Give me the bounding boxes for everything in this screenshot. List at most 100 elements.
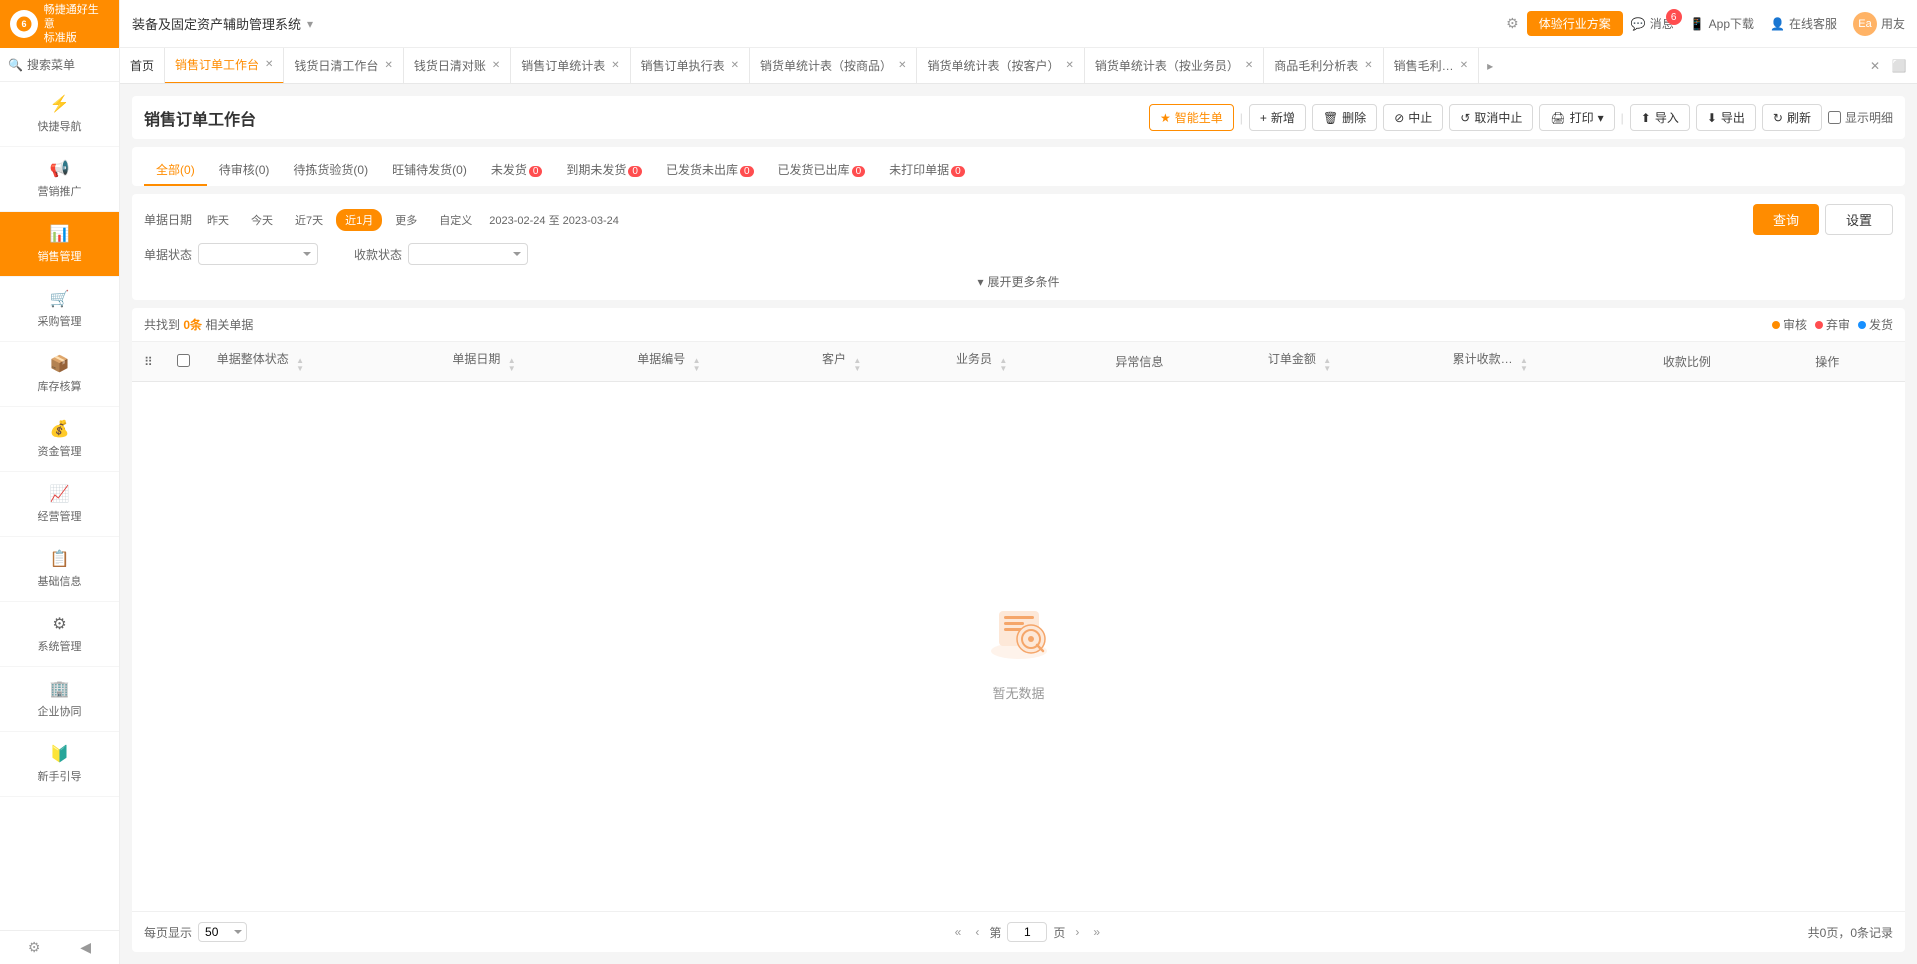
prev-page-btn[interactable]: ‹ bbox=[971, 923, 983, 941]
tab-close-sales-stat[interactable]: ✕ bbox=[611, 60, 619, 71]
tab-sales-increase[interactable]: 销售毛利… ✕ bbox=[1384, 48, 1479, 84]
tab-close-sales-stat-staff[interactable]: ✕ bbox=[1245, 60, 1253, 71]
tab-close-sales-exec[interactable]: ✕ bbox=[731, 60, 739, 71]
page-input[interactable] bbox=[1007, 922, 1047, 942]
sidebar-item-purchase[interactable]: 🛒 采购管理 bbox=[0, 277, 119, 342]
date-btn-yesterday[interactable]: 昨天 bbox=[198, 209, 238, 231]
app-download-btn[interactable]: 📱 App下载 bbox=[1690, 15, 1754, 32]
tab-close-sales-stat-product[interactable]: ✕ bbox=[898, 60, 906, 71]
first-page-btn[interactable]: « bbox=[951, 923, 966, 941]
sidebar-item-operation[interactable]: 📈 经营管理 bbox=[0, 472, 119, 537]
unreviewed-action-btn[interactable]: 弃审 bbox=[1815, 316, 1850, 333]
col-amount[interactable]: 订单金额 ▲▼ bbox=[1256, 342, 1441, 382]
filter-tab-wangpu[interactable]: 旺铺待发货(0) bbox=[380, 155, 479, 186]
page-header: 销售订单工作台 ★ 智能生单 | + 新增 🗑 删除 ⊘ 中止 bbox=[132, 96, 1905, 139]
export-btn[interactable]: ⬇ 导出 bbox=[1696, 104, 1756, 131]
smart-create-btn[interactable]: ★ 智能生单 bbox=[1149, 104, 1234, 131]
tab-sales-stat[interactable]: 销售订单统计表 ✕ bbox=[511, 48, 630, 84]
tab-cash-reconcile[interactable]: 钱货日清对账 ✕ bbox=[404, 48, 511, 84]
expired-badge: 0 bbox=[628, 166, 642, 177]
print-btn[interactable]: 🖨 打印 ▾ bbox=[1539, 104, 1614, 131]
svg-text:6: 6 bbox=[21, 19, 26, 29]
set-btn[interactable]: 设置 bbox=[1825, 204, 1893, 235]
filter-tab-shipped-stocked[interactable]: 已发货已出库0 bbox=[766, 155, 878, 186]
col-no[interactable]: 单据编号 ▲▼ bbox=[625, 342, 810, 382]
import-btn[interactable]: ⬆ 导入 bbox=[1630, 104, 1690, 131]
date-btn-custom[interactable]: 自定义 bbox=[430, 209, 481, 231]
tab-home[interactable]: 首页 bbox=[120, 48, 165, 84]
date-btn-more[interactable]: 更多 bbox=[386, 209, 426, 231]
sidebar-item-basic-info[interactable]: 📋 基础信息 bbox=[0, 537, 119, 602]
stop-btn[interactable]: ⊘ 中止 bbox=[1383, 104, 1443, 131]
tab-close-cash-daily[interactable]: ✕ bbox=[384, 60, 392, 71]
message-btn[interactable]: 💬 💬 6 消息 bbox=[1631, 15, 1674, 32]
last-page-btn[interactable]: » bbox=[1089, 923, 1104, 941]
tab-close-gross-margin[interactable]: ✕ bbox=[1364, 60, 1372, 71]
sidebar-item-marketing[interactable]: 📢 营销推广 bbox=[0, 147, 119, 212]
sidebar-item-enterprise[interactable]: 🏢 企业协同 bbox=[0, 667, 119, 732]
col-salesman[interactable]: 业务员 ▲▼ bbox=[944, 342, 1103, 382]
basic-info-icon: 📋 bbox=[50, 549, 70, 569]
industry-btn[interactable]: 体验行业方案 bbox=[1527, 11, 1623, 36]
tab-close-sales-order-ws[interactable]: ✕ bbox=[265, 59, 273, 70]
page-size-selector[interactable]: 50 10 20 100 bbox=[198, 922, 247, 942]
sidebar-item-guide[interactable]: 🔰 新手引导 bbox=[0, 732, 119, 797]
date-btn-7days[interactable]: 近7天 bbox=[286, 209, 332, 231]
tab-sales-stat-customer[interactable]: 销货单统计表（按客户） ✕ bbox=[917, 48, 1084, 84]
guide-icon: 🔰 bbox=[50, 744, 70, 764]
status-select[interactable] bbox=[198, 243, 318, 265]
expand-btn[interactable]: ▾ 展开更多条件 bbox=[977, 273, 1059, 290]
select-all-checkbox[interactable] bbox=[177, 354, 190, 367]
payment-select[interactable] bbox=[408, 243, 528, 265]
sidebar-item-system[interactable]: ⚙ 系统管理 bbox=[0, 602, 119, 667]
filter-tab-not-shipped[interactable]: 未发货0 bbox=[479, 155, 555, 186]
date-btn-1month[interactable]: 近1月 bbox=[336, 209, 382, 231]
tabbar-maximize-btn[interactable]: ⬜ bbox=[1889, 56, 1909, 76]
collapse-btn[interactable]: ◀ bbox=[80, 939, 91, 956]
tab-close-cash-reconcile[interactable]: ✕ bbox=[492, 60, 500, 71]
tabbar-close-all-btn[interactable]: ✕ bbox=[1865, 56, 1885, 76]
topbar-gear-icon[interactable]: ⚙ bbox=[1506, 15, 1519, 32]
filter-tab-pending-inspect[interactable]: 待拣货验货(0) bbox=[281, 155, 380, 186]
not-printed-badge: 0 bbox=[951, 166, 965, 177]
sidebar-item-quick-nav[interactable]: ⚡ 快捷导航 bbox=[0, 82, 119, 147]
filter-tab-shipped-not-stocked[interactable]: 已发货未出库0 bbox=[654, 155, 766, 186]
sidebar-item-finance[interactable]: 💰 资金管理 bbox=[0, 407, 119, 472]
tab-sales-stat-staff[interactable]: 销货单统计表（按业务员） ✕ bbox=[1085, 48, 1264, 84]
add-btn[interactable]: + 新增 bbox=[1249, 104, 1306, 131]
filter-tab-expired-not-shipped[interactable]: 到期未发货0 bbox=[554, 155, 654, 186]
cancel-stop-btn[interactable]: ↺ 取消中止 bbox=[1449, 104, 1533, 131]
refresh-btn[interactable]: ↻ 刷新 bbox=[1762, 104, 1822, 131]
online-service-btn[interactable]: 👤 在线客服 bbox=[1770, 15, 1837, 32]
tab-close-sales-increase[interactable]: ✕ bbox=[1460, 60, 1468, 71]
date-btn-today[interactable]: 今天 bbox=[242, 209, 282, 231]
tab-sales-order-ws[interactable]: 销售订单工作台 ✕ bbox=[165, 48, 284, 84]
filter-tab-not-printed[interactable]: 未打印单据0 bbox=[877, 155, 977, 186]
purchase-icon: 🛒 bbox=[50, 289, 70, 309]
col-ratio: 收款比例 bbox=[1651, 342, 1803, 382]
col-customer[interactable]: 客户 ▲▼ bbox=[810, 342, 944, 382]
show-detail-checkbox[interactable] bbox=[1828, 111, 1841, 124]
ship-action-btn[interactable]: 发货 bbox=[1858, 316, 1893, 333]
tab-gross-margin[interactable]: 商品毛利分析表 ✕ bbox=[1264, 48, 1383, 84]
tab-sales-stat-product[interactable]: 销货单统计表（按商品） ✕ bbox=[750, 48, 917, 84]
inventory-icon: 📦 bbox=[50, 354, 70, 374]
col-date[interactable]: 单据日期 ▲▼ bbox=[440, 342, 625, 382]
col-collected[interactable]: 累计收款… ▲▼ bbox=[1441, 342, 1651, 382]
sidebar-item-sales[interactable]: 📊 销售管理 bbox=[0, 212, 119, 277]
tab-cash-daily[interactable]: 钱货日清工作台 ✕ bbox=[284, 48, 403, 84]
review-action-btn[interactable]: 审核 bbox=[1772, 316, 1807, 333]
delete-btn[interactable]: 🗑 删除 bbox=[1312, 104, 1377, 131]
page-info: 共0页，0条记录 bbox=[1808, 924, 1893, 941]
filter-tab-all[interactable]: 全部(0) bbox=[144, 155, 207, 186]
tab-sales-exec[interactable]: 销售订单执行表 ✕ bbox=[631, 48, 750, 84]
query-btn[interactable]: 查询 bbox=[1753, 204, 1819, 235]
filter-tab-pending-review[interactable]: 待审核(0) bbox=[207, 155, 282, 186]
search-menu[interactable]: 🔍 搜索菜单 bbox=[0, 48, 119, 82]
sidebar-item-inventory[interactable]: 📦 库存核算 bbox=[0, 342, 119, 407]
settings-btn[interactable]: ⚙ bbox=[28, 939, 41, 956]
tab-close-sales-stat-customer[interactable]: ✕ bbox=[1065, 60, 1073, 71]
tabbar-more-btn[interactable]: ▸ bbox=[1479, 59, 1501, 73]
user-area[interactable]: Ea 用友 bbox=[1853, 12, 1905, 36]
next-page-btn[interactable]: › bbox=[1071, 923, 1083, 941]
